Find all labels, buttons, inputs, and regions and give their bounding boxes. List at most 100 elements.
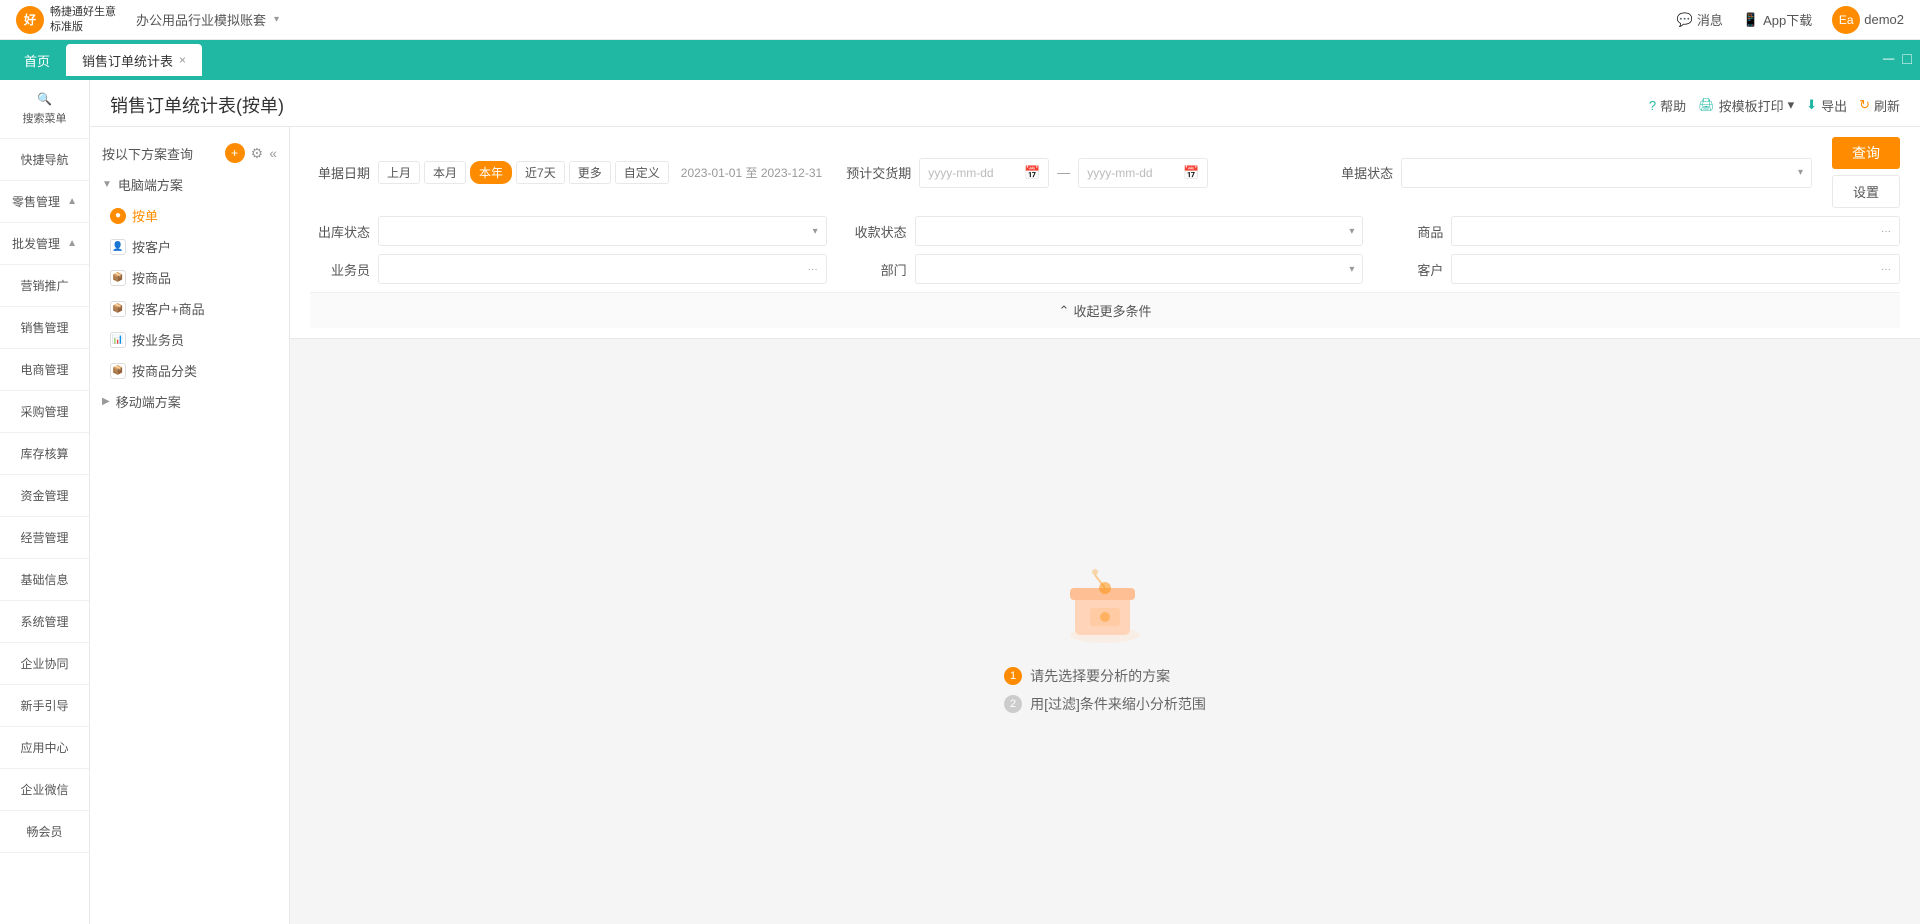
sidebar-item-basic[interactable]: 基础信息 [0, 559, 89, 601]
expected-delivery-start[interactable]: yyyy-mm-dd 📅 [919, 158, 1049, 188]
empty-tip-1: 1 请先选择要分析的方案 [1004, 666, 1206, 686]
date-btn-7days[interactable]: 近7天 [516, 161, 565, 184]
empty-illustration [1055, 550, 1155, 650]
salesperson-dots-icon: ··· [808, 264, 818, 275]
scheme-settings-icon[interactable]: ⚙ [251, 145, 264, 162]
scheme-per-salesperson-icon: 📊 [110, 332, 126, 348]
tab-close-icon[interactable]: × [179, 53, 186, 67]
department-select[interactable]: ▾ [915, 254, 1364, 284]
sidebar-item-ecommerce[interactable]: 电商管理 [0, 349, 89, 391]
out-status-arrow-icon: ▾ [813, 226, 818, 237]
message-action[interactable]: 💬 消息 [1677, 10, 1723, 29]
scheme-pc-section[interactable]: ▼ 电脑端方案 [90, 169, 289, 200]
export-action[interactable]: ⬇ 导出 [1806, 96, 1847, 115]
calendar-start-icon: 📅 [1024, 165, 1040, 181]
system-dropdown-icon[interactable]: ▾ [274, 14, 279, 25]
product-select[interactable]: ··· [1451, 216, 1900, 246]
sidebar-item-operations[interactable]: 经营管理 [0, 517, 89, 559]
date-btn-last-month[interactable]: 上月 [378, 161, 420, 184]
sidebar-item-tutorial[interactable]: 新手引导 [0, 685, 89, 727]
settings-button[interactable]: 设置 [1832, 175, 1900, 208]
download-icon: 📱 [1743, 12, 1759, 28]
date-btn-custom[interactable]: 自定义 [615, 161, 669, 184]
customer-label: 客户 [1383, 260, 1443, 279]
scheme-mobile-arrow-icon: ▶ [102, 396, 110, 407]
refresh-action[interactable]: ↻ 刷新 [1859, 96, 1900, 115]
customer-dots-icon: ··· [1881, 264, 1891, 275]
salesperson-select[interactable]: ··· [378, 254, 827, 284]
tab-maximize-icon[interactable]: □ [1902, 51, 1912, 69]
logo-area: 好 畅捷通好生意 标准版 [16, 5, 116, 34]
scheme-item-per-order[interactable]: ● 按单 [90, 200, 289, 231]
print-dropdown-icon[interactable]: ▾ [1788, 97, 1795, 113]
scheme-item-per-product[interactable]: 📦 按商品 [90, 262, 289, 293]
collapse-filters-row[interactable]: ⌃ 收起更多条件 [310, 292, 1900, 328]
scheme-per-customer-icon: 👤 [110, 239, 126, 255]
date-btn-this-month[interactable]: 本月 [424, 161, 466, 184]
customer-select[interactable]: ··· [1451, 254, 1900, 284]
export-icon: ⬇ [1806, 97, 1817, 113]
scheme-add-button[interactable]: + [225, 143, 245, 163]
print-action[interactable]: 🖨 按模板打印 ▾ [1698, 96, 1794, 115]
tab-home[interactable]: 首页 [8, 44, 66, 76]
expected-delivery-end[interactable]: yyyy-mm-dd 📅 [1078, 158, 1208, 188]
sidebar-item-member[interactable]: 畅会员 [0, 811, 89, 853]
main-layout: 🔍 搜索菜单 快捷导航 零售管理 ▲ 批发管理 ▲ 营销推广 销售管理 电商管理… [0, 80, 1920, 924]
empty-tips: 1 请先选择要分析的方案 2 用[过滤]条件来缩小分析范围 [1004, 666, 1206, 714]
scheme-item-per-customer[interactable]: 👤 按客户 [90, 231, 289, 262]
sidebar-item-sales[interactable]: 销售管理 [0, 307, 89, 349]
tab-minimize-icon[interactable]: ─ [1883, 51, 1894, 69]
date-range-display: 2023-01-01 至 2023-12-31 [681, 164, 822, 181]
sidebar-item-purchase[interactable]: 采购管理 [0, 391, 89, 433]
out-status-label: 出库状态 [310, 222, 370, 241]
user-avatar: Ea [1832, 6, 1860, 34]
sidebar-item-system[interactable]: 系统管理 [0, 601, 89, 643]
salesperson-label: 业务员 [310, 260, 370, 279]
scheme-panel: 按以下方案查询 + ⚙ « ▼ 电脑端方案 ● 按单 � [90, 127, 290, 924]
scheme-header: 按以下方案查询 + ⚙ « [90, 137, 289, 169]
doc-status-select[interactable]: ▾ [1401, 158, 1812, 188]
date-btn-this-year[interactable]: 本年 [470, 161, 512, 184]
scheme-per-customer-product-icon: 📦 [110, 301, 126, 317]
right-content: 单据日期 上月 本月 本年 近7天 更多 自定义 2023-01-01 至 20… [290, 127, 1920, 924]
help-icon: ? [1649, 98, 1656, 113]
search-icon: 🔍 [37, 92, 52, 106]
scheme-per-category-icon: 📦 [110, 363, 126, 379]
department-arrow-icon: ▾ [1349, 264, 1354, 275]
scheme-item-per-category[interactable]: 📦 按商品分类 [90, 355, 289, 386]
empty-tip-2: 2 用[过滤]条件来缩小分析范围 [1004, 694, 1206, 714]
scheme-mobile-section[interactable]: ▶ 移动端方案 [90, 386, 289, 417]
sidebar-item-appcenter[interactable]: 应用中心 [0, 727, 89, 769]
sidebar-item-quicknav[interactable]: 快捷导航 [0, 139, 89, 181]
date-btn-more[interactable]: 更多 [569, 161, 611, 184]
payment-status-select[interactable]: ▾ [915, 216, 1364, 246]
tab-sales-order[interactable]: 销售订单统计表 × [66, 44, 202, 76]
sidebar-item-wechat[interactable]: 企业微信 [0, 769, 89, 811]
scheme-item-per-customer-product[interactable]: 📦 按客户+商品 [90, 293, 289, 324]
sidebar-item-wholesale[interactable]: 批发管理 ▲ [0, 223, 89, 265]
empty-state: 1 请先选择要分析的方案 2 用[过滤]条件来缩小分析范围 [290, 339, 1920, 924]
top-bar: 好 畅捷通好生意 标准版 办公用品行业模拟账套 ▾ 💬 消息 📱 App下载 E… [0, 0, 1920, 40]
top-bar-left: 好 畅捷通好生意 标准版 办公用品行业模拟账套 ▾ [16, 5, 279, 34]
expected-delivery-label: 预计交货期 [846, 163, 911, 182]
sidebar-item-enterprise[interactable]: 企业协同 [0, 643, 89, 685]
help-action[interactable]: ? 帮助 [1649, 96, 1686, 115]
page-actions: ? 帮助 🖨 按模板打印 ▾ ⬇ 导出 ↻ 刷新 [1649, 96, 1900, 115]
collapse-up-icon: ⌃ [1059, 303, 1070, 319]
sidebar-item-retail[interactable]: 零售管理 ▲ [0, 181, 89, 223]
scheme-collapse-icon[interactable]: « [269, 145, 277, 161]
sidebar-item-marketing[interactable]: 营销推广 [0, 265, 89, 307]
page-title: 销售订单统计表(按单) [110, 92, 284, 118]
scheme-per-order-icon: ● [110, 208, 126, 224]
system-title: 办公用品行业模拟账套 [136, 10, 266, 29]
sidebar-item-inventory[interactable]: 库存核算 [0, 433, 89, 475]
scheme-pc-arrow-icon: ▼ [102, 179, 112, 190]
logo-text: 畅捷通好生意 标准版 [50, 5, 116, 34]
user-area[interactable]: Ea demo2 [1832, 6, 1904, 34]
out-status-select[interactable]: ▾ [378, 216, 827, 246]
sidebar-item-search[interactable]: 🔍 搜索菜单 [0, 80, 89, 139]
scheme-item-per-salesperson[interactable]: 📊 按业务员 [90, 324, 289, 355]
query-button[interactable]: 查询 [1832, 137, 1900, 169]
app-download-action[interactable]: 📱 App下载 [1743, 10, 1812, 29]
sidebar-item-finance[interactable]: 资金管理 [0, 475, 89, 517]
